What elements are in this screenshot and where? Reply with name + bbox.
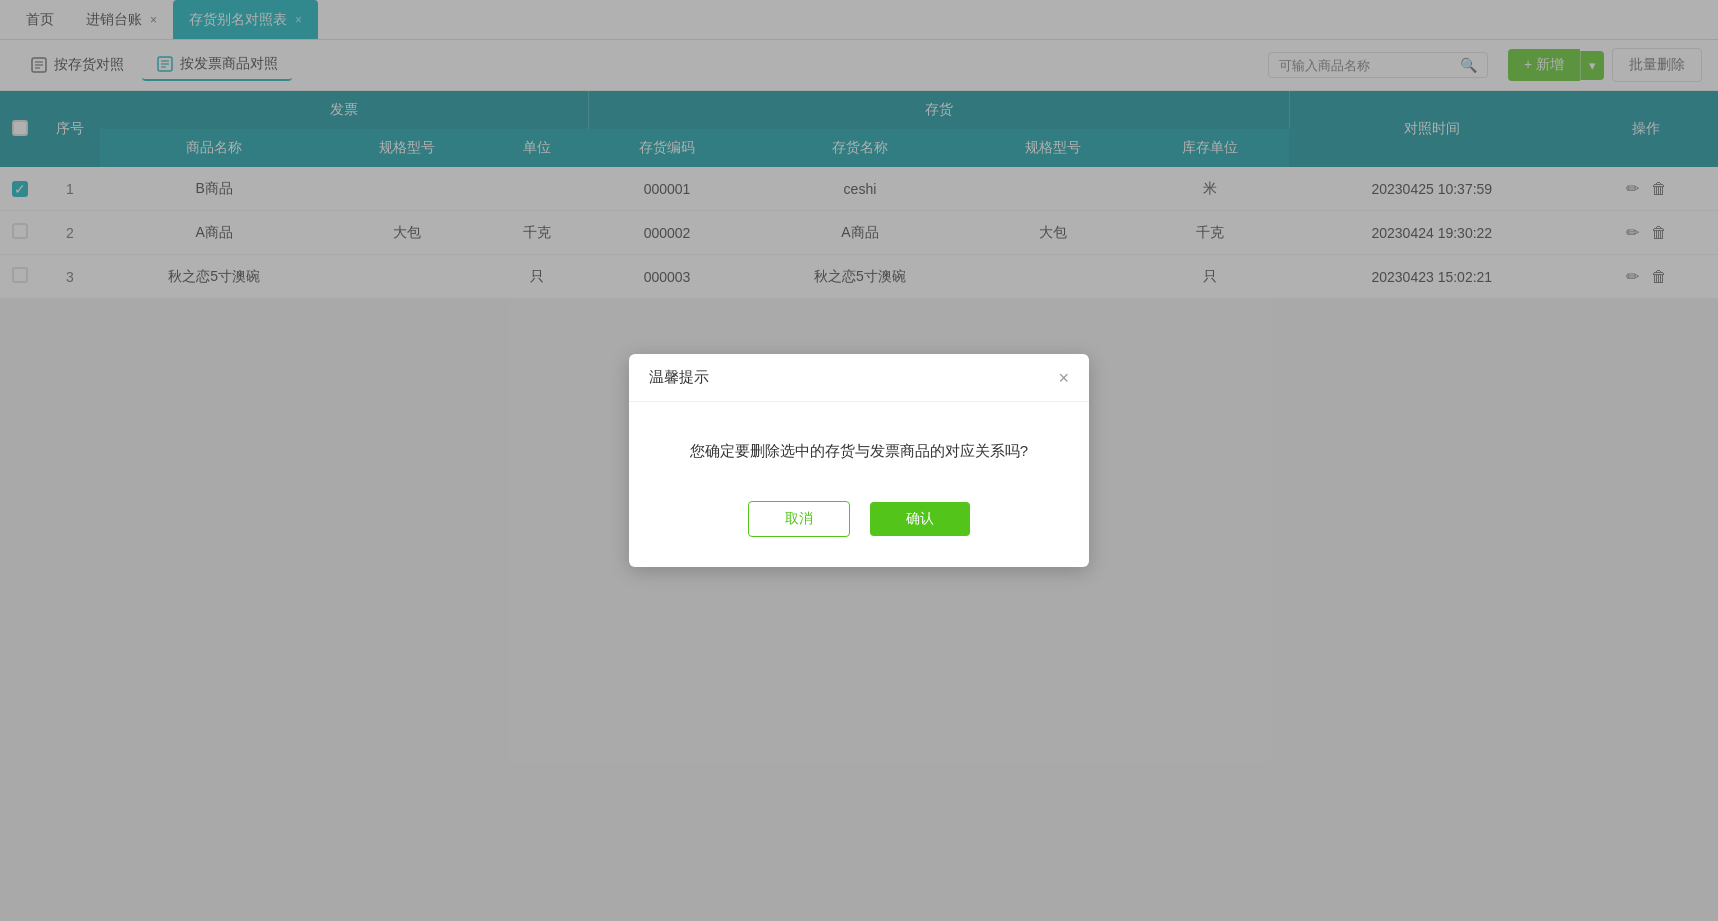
dialog-overlay: 温馨提示 × 您确定要删除选中的存货与发票商品的对应关系吗? 取消 确认 [0, 0, 1718, 299]
